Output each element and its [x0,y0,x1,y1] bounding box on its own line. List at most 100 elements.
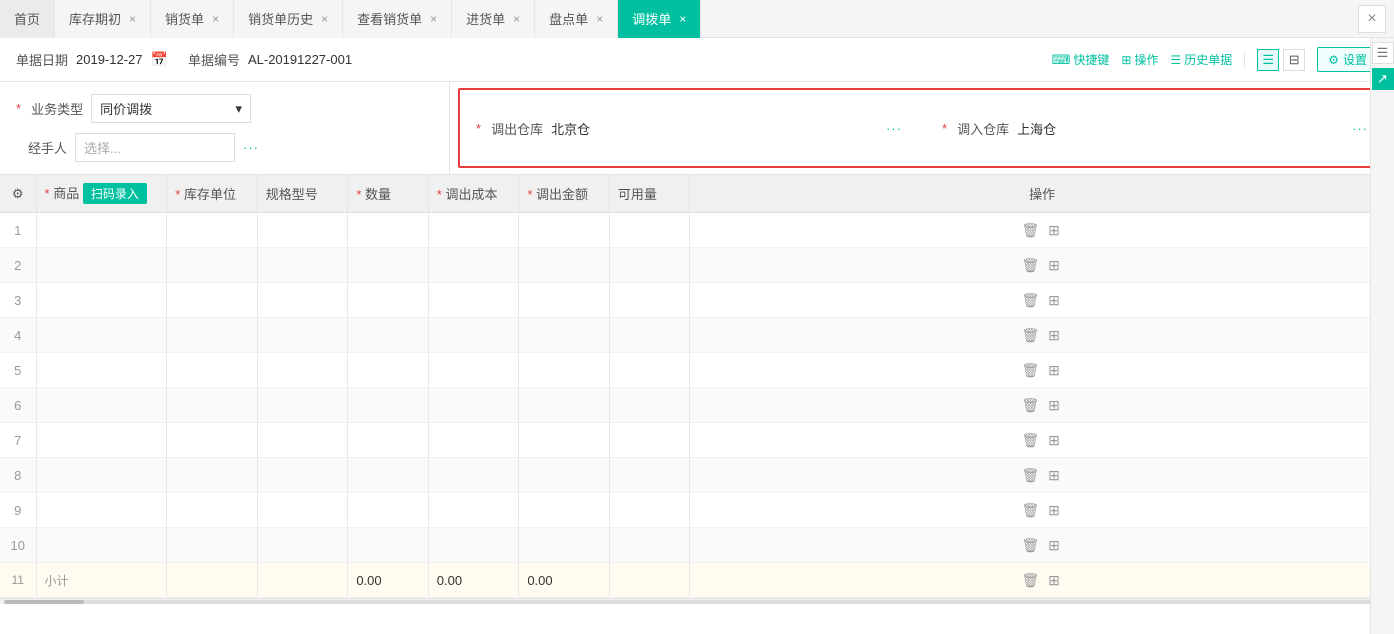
row-avail-8[interactable] [609,458,689,493]
row-product-5[interactable] [36,353,167,388]
row-unit-2[interactable] [167,248,258,283]
row-product-10[interactable] [36,528,167,563]
row-avail-3[interactable] [609,283,689,318]
row-qty-10[interactable] [348,528,428,563]
row-spec-9[interactable] [257,493,348,528]
row-spec-4[interactable] [257,318,348,353]
row-avail-2[interactable] [609,248,689,283]
row-copy-icon-5[interactable]: ⊞ [1044,360,1064,380]
row-qty-3[interactable] [348,283,428,318]
row-copy-icon-2[interactable]: ⊞ [1044,255,1064,275]
row-copy-icon-8[interactable]: ⊞ [1044,465,1064,485]
row-avail-10[interactable] [609,528,689,563]
row-qty-6[interactable] [348,388,428,423]
row-qty-8[interactable] [348,458,428,493]
row-product-1[interactable] [36,213,167,248]
row-unit-4[interactable] [167,318,258,353]
row-delete-icon-6[interactable]: 🗑 [1020,395,1040,415]
row-unit-9[interactable] [167,493,258,528]
sidebar-link-icon[interactable]: ↗ [1372,68,1394,90]
row-amount-9[interactable] [519,493,610,528]
row-copy-icon-1[interactable]: ⊞ [1044,220,1064,240]
row-amount-10[interactable] [519,528,610,563]
tab-sales-history-close[interactable]: × [321,13,328,25]
row-delete-icon-9[interactable]: 🗑 [1020,500,1040,520]
operations-button[interactable]: ⊞ 操作 [1121,51,1158,68]
tab-sales-history[interactable]: 销货单历史 × [234,0,343,38]
row-product-4[interactable] [36,318,167,353]
handler-select[interactable]: 选择... [75,133,235,162]
scrollbar-area[interactable] [0,598,1394,604]
scan-button[interactable]: 扫码录入 [83,183,147,204]
row-product-7[interactable] [36,423,167,458]
row-unit-8[interactable] [167,458,258,493]
row-copy-icon-10[interactable]: ⊞ [1044,535,1064,555]
transfer-in-value[interactable]: 上海仓 [1017,119,1056,138]
row-cost-6[interactable] [428,388,519,423]
row-avail-7[interactable] [609,423,689,458]
row-delete-icon-4[interactable]: 🗑 [1020,325,1040,345]
row-cost-3[interactable] [428,283,519,318]
layout-grid-icon[interactable]: ⊟ [1283,49,1305,71]
row-unit-10[interactable] [167,528,258,563]
settings-button[interactable]: ⚙ 设置 [1317,47,1378,72]
row-unit-1[interactable] [167,213,258,248]
row-amount-2[interactable] [519,248,610,283]
row-product-8[interactable] [36,458,167,493]
scrollbar-thumb[interactable] [4,600,84,604]
tab-sales-order[interactable]: 销货单 × [151,0,234,38]
row-avail-4[interactable] [609,318,689,353]
row-spec-1[interactable] [257,213,348,248]
row-amount-7[interactable] [519,423,610,458]
row-cost-1[interactable] [428,213,519,248]
row-spec-5[interactable] [257,353,348,388]
row-cost-4[interactable] [428,318,519,353]
tab-inventory-init[interactable]: 库存期初 × [55,0,151,38]
tab-home[interactable]: 首页 [0,0,55,38]
row-product-6[interactable] [36,388,167,423]
transfer-in-more-btn[interactable]: ··· [1352,121,1368,136]
row-qty-9[interactable] [348,493,428,528]
row-delete-icon-8[interactable]: 🗑 [1020,465,1040,485]
row-qty-2[interactable] [348,248,428,283]
row-product-9[interactable] [36,493,167,528]
row-unit-6[interactable] [167,388,258,423]
row-unit-3[interactable] [167,283,258,318]
row-amount-5[interactable] [519,353,610,388]
row-delete-icon-3[interactable]: 🗑 [1020,290,1040,310]
row-delete-icon-7[interactable]: 🗑 [1020,430,1040,450]
row-avail-6[interactable] [609,388,689,423]
row-spec-2[interactable] [257,248,348,283]
row-spec-10[interactable] [257,528,348,563]
shortcuts-button[interactable]: ⌨ 快捷键 [1052,51,1110,68]
tab-inventory-init-close[interactable]: × [129,13,136,25]
row-delete-icon-2[interactable]: 🗑 [1020,255,1040,275]
layout-list-icon[interactable]: ☰ [1257,49,1279,71]
tab-view-sales[interactable]: 查看销货单 × [343,0,452,38]
row-copy-icon-9[interactable]: ⊞ [1044,500,1064,520]
tab-inventory-check[interactable]: 盘点单 × [535,0,618,38]
row-qty-7[interactable] [348,423,428,458]
row-cost-8[interactable] [428,458,519,493]
row-amount-6[interactable] [519,388,610,423]
tab-inventory-check-close[interactable]: × [596,13,603,25]
handler-more-btn[interactable]: ··· [243,140,259,155]
row-cost-5[interactable] [428,353,519,388]
date-value[interactable]: 2019-12-27 [76,52,143,67]
row-qty-4[interactable] [348,318,428,353]
row-amount-1[interactable] [519,213,610,248]
col-settings[interactable]: ⚙ [0,175,36,213]
tab-transfer-order-close[interactable]: × [679,13,686,25]
row-cost-2[interactable] [428,248,519,283]
row-spec-6[interactable] [257,388,348,423]
row-avail-9[interactable] [609,493,689,528]
row-cost-9[interactable] [428,493,519,528]
row-delete-icon-1[interactable]: 🗑 [1020,220,1040,240]
subtotal-delete-icon[interactable]: 🗑 [1020,570,1040,590]
row-delete-icon-5[interactable]: 🗑 [1020,360,1040,380]
row-copy-icon-7[interactable]: ⊞ [1044,430,1064,450]
row-product-2[interactable] [36,248,167,283]
subtotal-copy-icon[interactable]: ⊞ [1044,570,1064,590]
row-spec-7[interactable] [257,423,348,458]
row-amount-8[interactable] [519,458,610,493]
